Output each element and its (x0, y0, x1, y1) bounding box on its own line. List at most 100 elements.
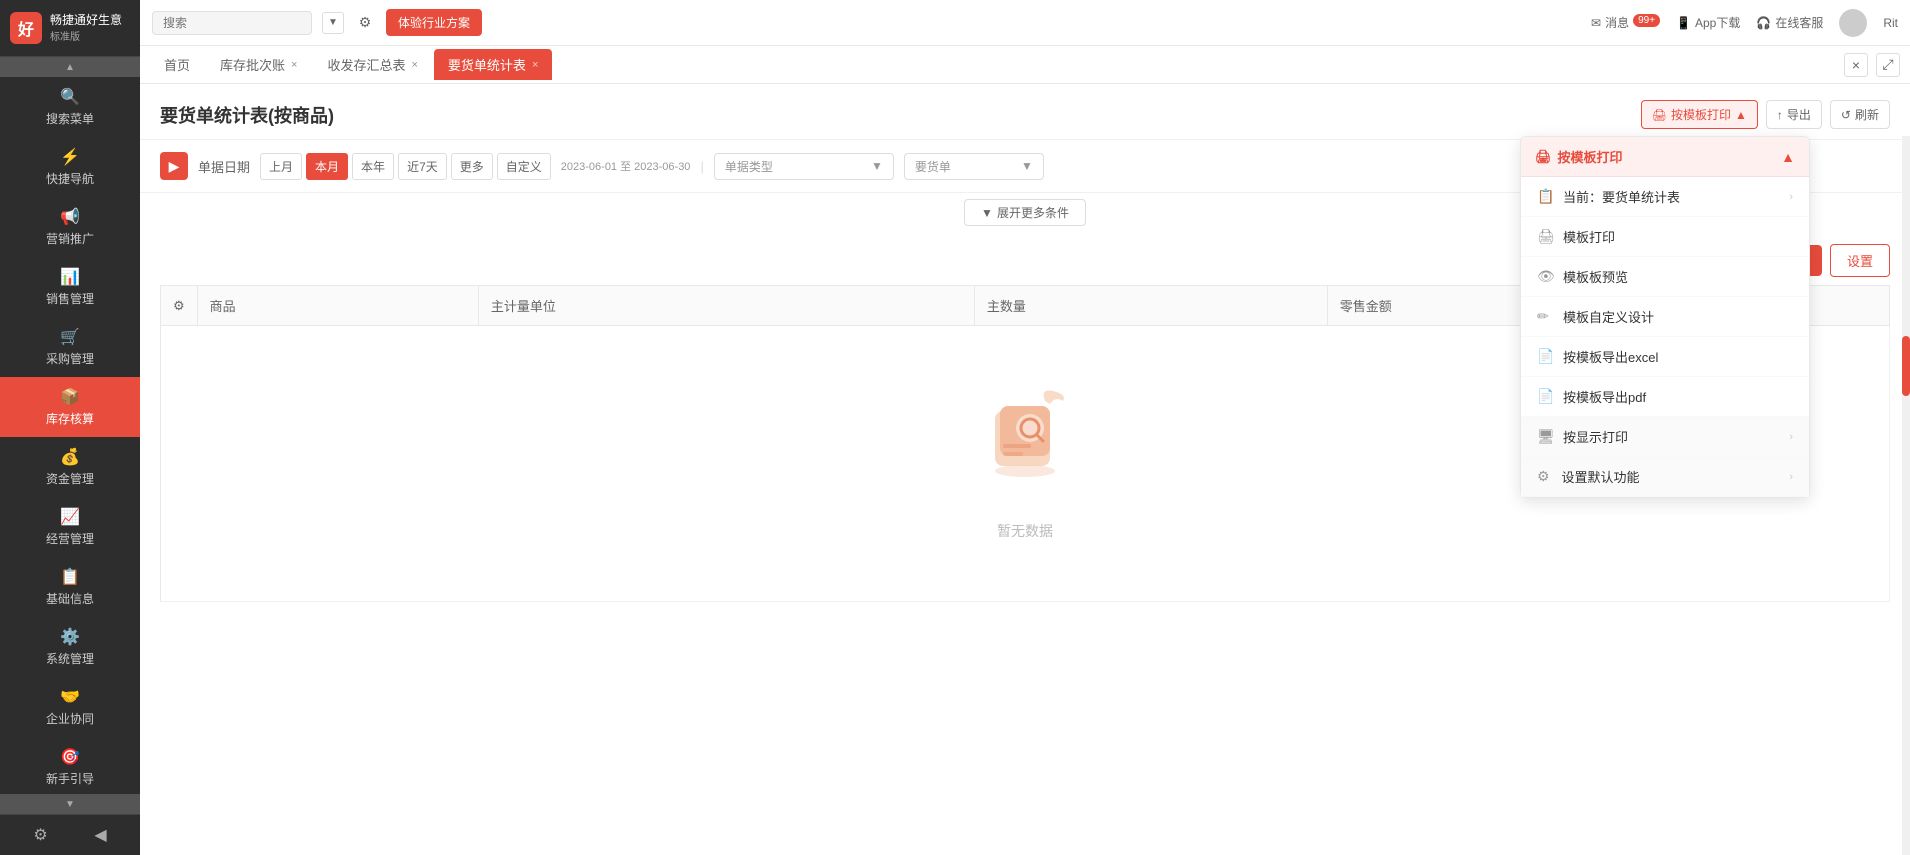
refresh-btn[interactable]: ↺ 刷新 (1830, 100, 1890, 129)
filter-expand-btn[interactable]: ▶ (160, 152, 188, 180)
sales-icon: 📊 (60, 267, 80, 287)
scroll-up-icon[interactable]: ▲ (0, 57, 140, 77)
sidebar-item-basic[interactable]: 📋 基础信息 (0, 557, 140, 617)
printer-icon: 🖨 (1652, 108, 1667, 122)
sidebar-logo-text-group: 畅捷通好生意 标准版 (50, 13, 122, 44)
print-dropdown-header-icon: 🖨 (1535, 149, 1552, 165)
filter-order-select[interactable]: 要货单 ▼ (904, 153, 1044, 180)
tab-receipt-summary[interactable]: 收发存汇总表 × (313, 49, 431, 80)
sidebar-item-label: 新手引导 (46, 770, 94, 787)
scroll-down-icon[interactable]: ▼ (0, 794, 140, 814)
print-dropdown-default-func[interactable]: ⚙ 设置默认功能 › (1521, 457, 1809, 497)
filter-date-last-month[interactable]: 上月 (260, 153, 302, 180)
print-dropdown-current-template[interactable]: 📋 当前：要货单统计表 › (1521, 177, 1809, 217)
print-dropdown-display-print[interactable]: 🖥 按显示打印 › (1521, 417, 1809, 457)
sidebar-item-search[interactable]: 🔍 搜索菜单 (0, 77, 140, 137)
sidebar-item-marketing[interactable]: 📢 营销推广 (0, 197, 140, 257)
topbar-dropdown-btn[interactable]: ▼ (322, 12, 344, 34)
right-scrollbar[interactable] (1902, 136, 1910, 855)
tab-home[interactable]: 首页 (150, 49, 204, 80)
print-btn-label: 按模板打印 (1671, 106, 1731, 123)
system-icon: ⚙️ (60, 627, 80, 647)
print-dropdown-template-pdf[interactable]: 📄 按模板导出pdf (1521, 377, 1809, 417)
sidebar-footer: ⚙ ◀ (0, 814, 140, 855)
sidebar-item-label: 营销推广 (46, 230, 94, 247)
filter-type-chevron: ▼ (871, 159, 883, 173)
empty-icon (975, 386, 1075, 505)
display-print-row: 按显示打印 › (1563, 427, 1793, 446)
empty-text: 暂无数据 (997, 521, 1053, 541)
tab-inventory-batch[interactable]: 库存批次账 × (206, 49, 311, 80)
filter-separator: | (700, 159, 703, 174)
tab-receipt-summary-close[interactable]: × (411, 59, 417, 71)
sidebar-item-system[interactable]: ⚙️ 系统管理 (0, 617, 140, 677)
topbar-settings-btn[interactable]: ⚙ (354, 12, 376, 34)
topbar-messages-btn[interactable]: ✉ 消息 99+ (1591, 14, 1660, 31)
collab-icon: 🤝 (60, 687, 80, 707)
print-dropdown-template-excel[interactable]: 📄 按模板导出excel (1521, 337, 1809, 377)
setting-btn[interactable]: 设置 (1830, 244, 1890, 277)
template-pdf-label: 按模板导出pdf (1563, 387, 1646, 406)
tab-order-summary[interactable]: 要货单统计表 × (434, 49, 552, 80)
topbar-online-support-btn[interactable]: 🎧 在线客服 (1756, 14, 1823, 31)
sidebar-item-label: 基础信息 (46, 590, 94, 607)
sidebar-item-inventory[interactable]: 📦 库存核算 (0, 377, 140, 437)
topbar-app-download-btn[interactable]: 📱 App下载 (1676, 14, 1740, 31)
display-icon: 🖥 (1537, 428, 1553, 445)
print-dropdown-close-btn[interactable]: ▲ (1781, 149, 1795, 165)
topbar-app-download-label: App下载 (1695, 14, 1740, 31)
sidebar-item-quick-nav[interactable]: ⚡ 快捷导航 (0, 137, 140, 197)
export-btn[interactable]: ↑ 导出 (1766, 100, 1822, 129)
filter-date-more[interactable]: 更多 (451, 153, 493, 180)
sidebar-item-collab[interactable]: 🤝 企业协同 (0, 677, 140, 737)
quick-nav-icon: ⚡ (60, 147, 80, 167)
tabs-window-actions: × ⤢ (1844, 53, 1900, 77)
filter-date-custom[interactable]: 自定义 (497, 153, 551, 180)
sidebar-item-purchase[interactable]: 🛒 采购管理 (0, 317, 140, 377)
print-dropdown-template-print[interactable]: 🖨 模板打印 (1521, 217, 1809, 257)
sidebar-scroll-down-btn[interactable]: ▼ (0, 794, 140, 814)
topbar-right: ✉ 消息 99+ 📱 App下载 🎧 在线客服 Rit (1591, 9, 1898, 37)
operations-icon: 📈 (60, 507, 80, 527)
topbar-trial-btn[interactable]: 体验行业方案 (386, 9, 482, 36)
sidebar-toggle-btn[interactable]: ◀ (94, 825, 106, 845)
template-icon: 📋 (1537, 188, 1553, 205)
refresh-icon: ↺ (1841, 108, 1851, 122)
topbar-online-support-label: 在线客服 (1775, 14, 1823, 31)
sidebar-item-finance[interactable]: 💰 资金管理 (0, 437, 140, 497)
print-template-btn[interactable]: 🖨 按模板打印 ▲ (1641, 100, 1758, 129)
app-edition: 标准版 (50, 28, 122, 43)
topbar-search-input[interactable] (152, 11, 312, 35)
marketing-icon: 📢 (60, 207, 80, 227)
sidebar-scroll-up-btn[interactable]: ▲ (0, 57, 140, 77)
tab-inventory-batch-label: 库存批次账 (220, 55, 285, 74)
expand-more-btn[interactable]: ▼ 展开更多条件 (964, 199, 1086, 226)
scrollbar-thumb[interactable] (1902, 336, 1910, 396)
filter-date-this-month[interactable]: 本月 (306, 153, 348, 180)
template-design-label: 模板自定义设计 (1563, 307, 1654, 326)
headset-icon: 🎧 (1756, 16, 1771, 30)
print-dropdown-template-preview[interactable]: 👁 模板板预览 (1521, 257, 1809, 297)
window-close-btn[interactable]: × (1844, 53, 1868, 77)
sidebar-item-sales[interactable]: 📊 销售管理 (0, 257, 140, 317)
filter-date-this-year[interactable]: 本年 (352, 153, 394, 180)
topbar-avatar[interactable] (1839, 9, 1867, 37)
print-dropdown-template-design[interactable]: ✏ 模板自定义设计 (1521, 297, 1809, 337)
current-template-label: 当前：要货单统计表 (1563, 187, 1680, 206)
sidebar-item-operations[interactable]: 📈 经营管理 (0, 497, 140, 557)
template-excel-label: 按模板导出excel (1563, 347, 1658, 366)
sidebar-item-guide[interactable]: 🎯 新手引导 (0, 737, 140, 794)
tab-inventory-batch-close[interactable]: × (291, 59, 297, 71)
tab-order-summary-close[interactable]: × (532, 59, 538, 71)
export-icon: ↑ (1777, 108, 1783, 122)
display-print-label: 按显示打印 (1563, 427, 1628, 446)
sidebar-item-label: 资金管理 (46, 470, 94, 487)
filter-date-7days[interactable]: 近7天 (398, 153, 447, 180)
window-maximize-btn[interactable]: ⤢ (1876, 53, 1900, 77)
sidebar-settings-btn[interactable]: ⚙ (33, 825, 47, 845)
sidebar: 好 畅捷通好生意 标准版 ▲ 🔍 搜索菜单 ⚡ 快捷导航 📢 营销推广 📊 销售… (0, 0, 140, 855)
col-settings[interactable]: ⚙ (161, 286, 198, 326)
filter-type-select[interactable]: 单据类型 ▼ (714, 153, 894, 180)
print-dropdown-title-label: 按模板打印 (1558, 147, 1623, 166)
topbar-username: Rit (1883, 16, 1898, 30)
